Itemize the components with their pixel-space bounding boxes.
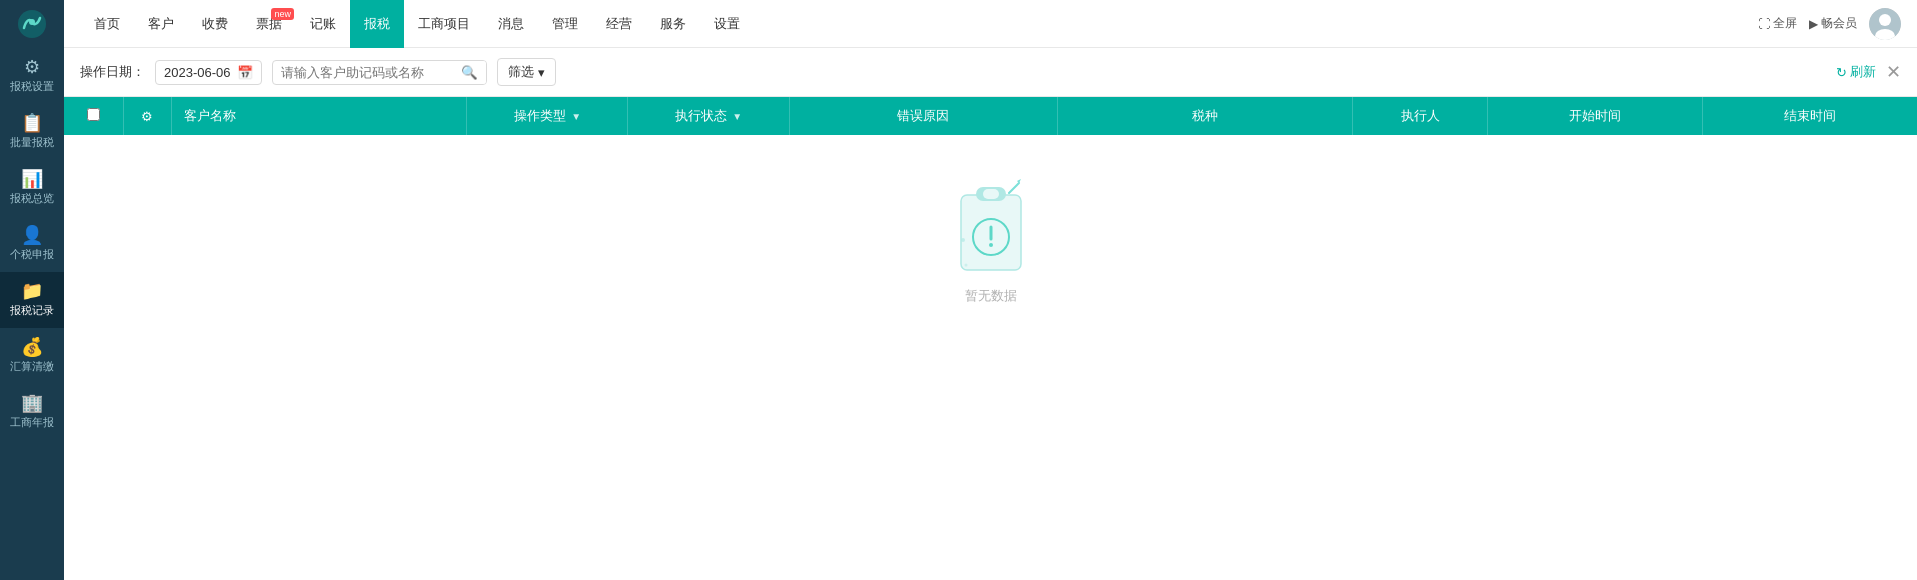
- empty-illustration: [941, 175, 1041, 275]
- chevron-down-icon: ▾: [538, 65, 545, 80]
- svg-point-1: [29, 19, 35, 25]
- sidebar-item-tax-records[interactable]: 📁 报税记录: [0, 272, 64, 328]
- sort-icon-exec-status: ▼: [732, 111, 742, 122]
- topbar-right: ⛶ 全屏 ▶ 畅会员: [1758, 8, 1901, 40]
- sidebar-item-individual-tax[interactable]: 👤 个税申报: [0, 216, 64, 272]
- sidebar-item-tax-summary[interactable]: 📊 报税总览: [0, 160, 64, 216]
- new-badge-invoice: new: [271, 8, 294, 21]
- content: 操作日期： 2023-06-06 📅 🔍 筛选 ▾ ↻ 刷新 ✕: [64, 48, 1917, 580]
- th-err-reason: 错误原因: [789, 97, 1058, 135]
- fullscreen-btn[interactable]: ⛶ 全屏: [1758, 15, 1797, 32]
- search-wrap: 🔍: [272, 60, 487, 85]
- table-header-row: ⚙ 客户名称 操作类型 ▼ 执行状态 ▼ 错误原因 税种 执行人 开始时间 结束…: [64, 97, 1917, 135]
- fullscreen-icon: ⛶: [1758, 17, 1770, 31]
- nav-bar: 首页客户收费票据new记账报税工商项目消息管理经营服务设置: [80, 0, 1758, 48]
- individual-tax-icon: 👤: [21, 226, 43, 244]
- nav-item-billing[interactable]: 收费: [188, 0, 242, 48]
- fullscreen-label: 全屏: [1773, 15, 1797, 32]
- date-label: 操作日期：: [80, 63, 145, 81]
- svg-point-10: [989, 243, 993, 247]
- tax-settings-icon: ⚙: [24, 58, 40, 76]
- th-checkbox: [64, 97, 123, 135]
- th-client-name: 客户名称: [171, 97, 466, 135]
- svg-point-13: [961, 238, 965, 242]
- nav-item-settings[interactable]: 设置: [700, 0, 754, 48]
- empty-state: 暂无数据: [64, 135, 1917, 345]
- avatar[interactable]: [1869, 8, 1901, 40]
- tax-summary-icon: 📊: [21, 170, 43, 188]
- tax-records-icon: 📁: [21, 282, 43, 300]
- th-end-time: 结束时间: [1702, 97, 1917, 135]
- nav-item-management[interactable]: 管理: [538, 0, 592, 48]
- batch-tax-icon: 📋: [21, 114, 43, 132]
- filter-label: 筛选: [508, 63, 534, 81]
- refresh-label: 刷新: [1850, 63, 1876, 81]
- nav-item-business[interactable]: 工商项目: [404, 0, 484, 48]
- member-btn[interactable]: ▶ 畅会员: [1809, 15, 1857, 32]
- nav-item-service[interactable]: 服务: [646, 0, 700, 48]
- topbar: 首页客户收费票据new记账报税工商项目消息管理经营服务设置 ⛶ 全屏 ▶ 畅会员: [64, 0, 1917, 48]
- th-start-time: 开始时间: [1487, 97, 1702, 135]
- search-input[interactable]: [273, 61, 453, 84]
- svg-rect-7: [983, 189, 999, 199]
- date-picker[interactable]: 2023-06-06 📅: [155, 60, 262, 85]
- app-logo: [0, 0, 64, 48]
- svg-line-11: [1009, 183, 1019, 193]
- refresh-icon: ↻: [1836, 65, 1847, 80]
- th-op-type[interactable]: 操作类型 ▼: [467, 97, 628, 135]
- nav-item-tax[interactable]: 报税: [350, 0, 404, 48]
- toolbar-actions: ↻ 刷新 ✕: [1836, 63, 1901, 81]
- sidebar-item-annual-report[interactable]: 🏢 工商年报: [0, 384, 64, 440]
- tax-settings-label: 报税设置: [10, 80, 54, 93]
- table-wrap: ⚙ 客户名称 操作类型 ▼ 执行状态 ▼ 错误原因 税种 执行人 开始时间 结束…: [64, 97, 1917, 580]
- settlement-icon: 💰: [21, 338, 43, 356]
- select-all-checkbox[interactable]: [87, 108, 100, 121]
- svg-point-3: [1879, 14, 1891, 26]
- svg-point-14: [964, 264, 967, 267]
- member-icon: ▶: [1809, 17, 1818, 31]
- calendar-icon: 📅: [237, 65, 253, 80]
- empty-text: 暂无数据: [965, 287, 1017, 305]
- batch-tax-label: 批量报税: [10, 136, 54, 149]
- sidebar-item-tax-settings[interactable]: ⚙ 报税设置: [0, 48, 64, 104]
- main-area: 首页客户收费票据new记账报税工商项目消息管理经营服务设置 ⛶ 全屏 ▶ 畅会员: [64, 0, 1917, 580]
- th-executor: 执行人: [1353, 97, 1487, 135]
- individual-tax-label: 个税申报: [10, 248, 54, 261]
- nav-item-invoice[interactable]: 票据new: [242, 0, 296, 48]
- search-button[interactable]: 🔍: [453, 61, 486, 84]
- sort-icon-op-type: ▼: [571, 111, 581, 122]
- filter-button[interactable]: 筛选 ▾: [497, 58, 556, 86]
- th-tax-type: 税种: [1058, 97, 1353, 135]
- member-label: 畅会员: [1821, 15, 1857, 32]
- sidebar-item-settlement[interactable]: 💰 汇算清缴: [0, 328, 64, 384]
- tax-summary-label: 报税总览: [10, 192, 54, 205]
- nav-item-accounting[interactable]: 记账: [296, 0, 350, 48]
- annual-report-icon: 🏢: [21, 394, 43, 412]
- sidebar: ⚙ 报税设置 📋 批量报税 📊 报税总览 👤 个税申报 📁 报税记录 💰 汇算清…: [0, 0, 64, 580]
- nav-item-finance[interactable]: 经营: [592, 0, 646, 48]
- nav-item-home[interactable]: 首页: [80, 0, 134, 48]
- refresh-button[interactable]: ↻ 刷新: [1836, 63, 1876, 81]
- sidebar-item-batch-tax[interactable]: 📋 批量报税: [0, 104, 64, 160]
- date-value: 2023-06-06: [164, 65, 231, 80]
- close-button[interactable]: ✕: [1886, 63, 1901, 81]
- settlement-label: 汇算清缴: [10, 360, 54, 373]
- nav-item-message[interactable]: 消息: [484, 0, 538, 48]
- toolbar: 操作日期： 2023-06-06 📅 🔍 筛选 ▾ ↻ 刷新 ✕: [64, 48, 1917, 97]
- close-icon: ✕: [1886, 62, 1901, 82]
- svg-marker-12: [1017, 179, 1021, 183]
- th-settings[interactable]: ⚙: [123, 97, 171, 135]
- nav-item-client[interactable]: 客户: [134, 0, 188, 48]
- annual-report-label: 工商年报: [10, 416, 54, 429]
- data-table: ⚙ 客户名称 操作类型 ▼ 执行状态 ▼ 错误原因 税种 执行人 开始时间 结束…: [64, 97, 1917, 135]
- th-exec-status[interactable]: 执行状态 ▼: [628, 97, 789, 135]
- tax-records-label: 报税记录: [10, 304, 54, 317]
